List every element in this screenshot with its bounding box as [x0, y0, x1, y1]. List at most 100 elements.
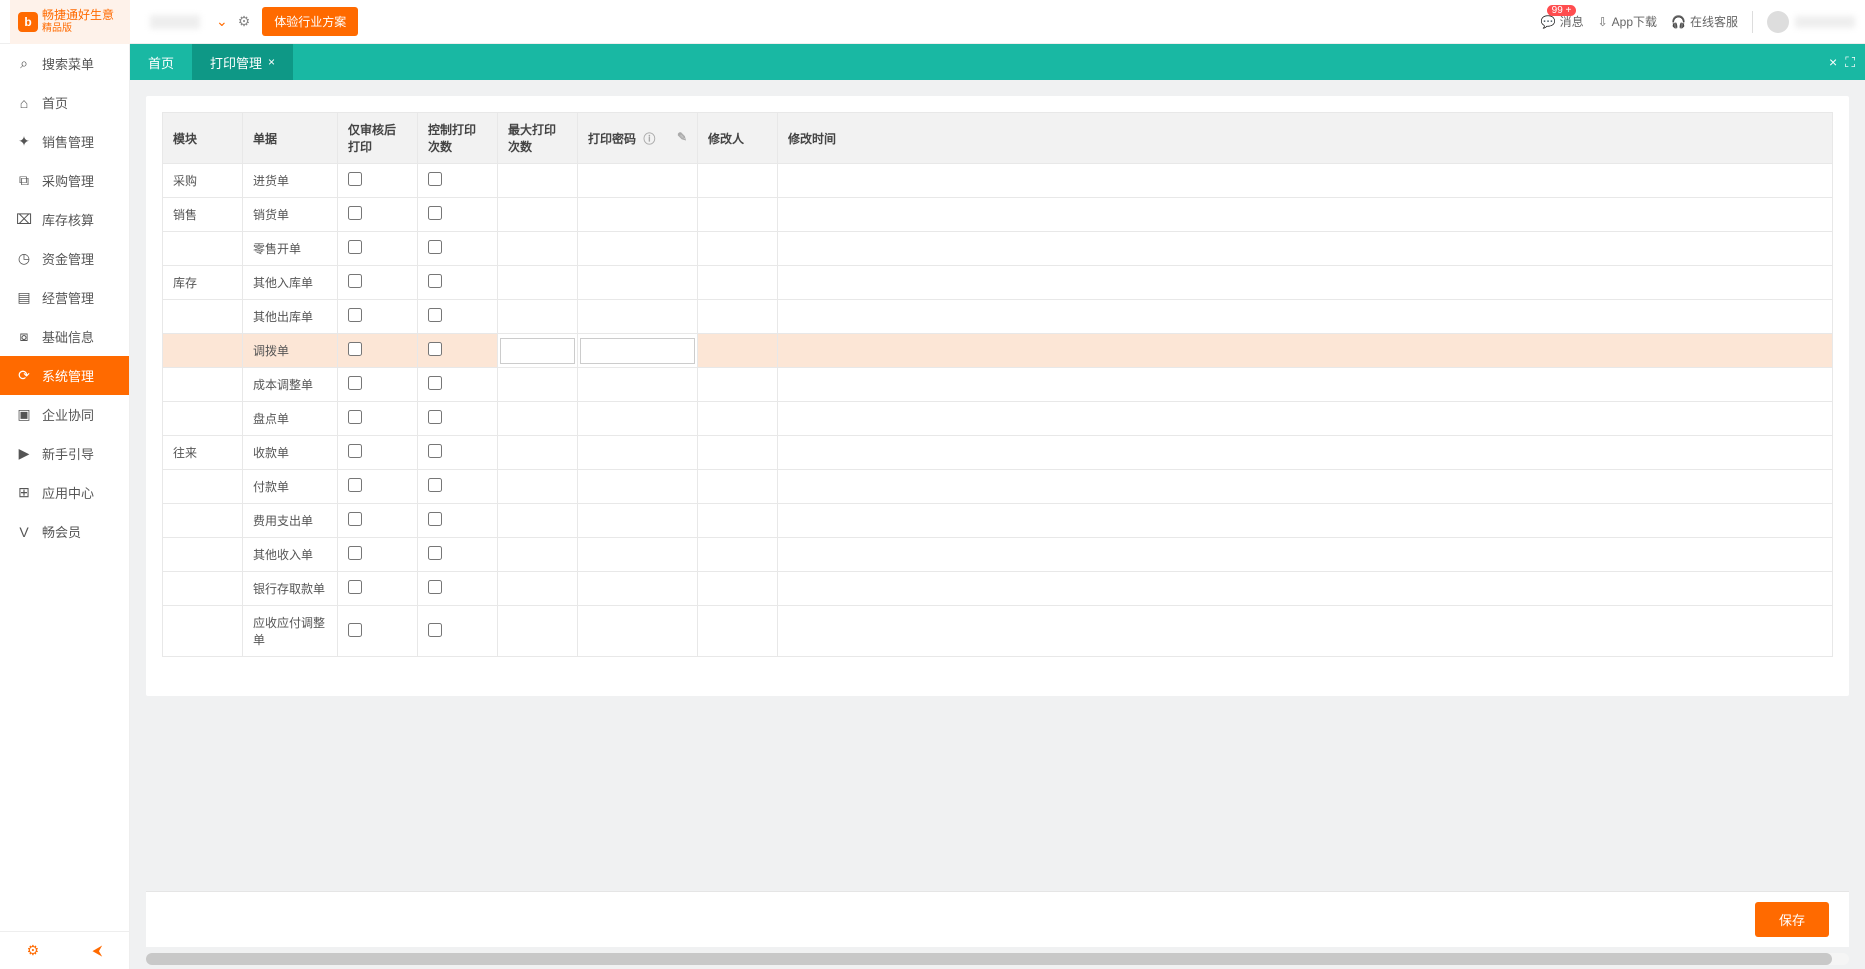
checkbox-control[interactable]	[428, 444, 442, 458]
sidebar-item-basic[interactable]: ⧇基础信息	[0, 317, 129, 356]
support-button[interactable]: 🎧 在线客服	[1671, 13, 1738, 30]
checkbox-audit[interactable]	[348, 240, 362, 254]
th-doc: 单据	[243, 113, 338, 164]
cell-doc: 盘点单	[243, 402, 338, 436]
settings-icon[interactable]: ⚙	[27, 942, 40, 959]
cell-doc: 销货单	[243, 198, 338, 232]
cell-control	[418, 538, 498, 572]
checkbox-audit[interactable]	[348, 580, 362, 594]
table-row: 往来收款单	[163, 436, 1833, 470]
sidebar-item-sales[interactable]: ✦销售管理	[0, 122, 129, 161]
org-selector[interactable]	[150, 15, 206, 29]
close-icon[interactable]: ×	[268, 55, 275, 69]
checkbox-control[interactable]	[428, 512, 442, 526]
horizontal-scrollbar[interactable]	[146, 953, 1849, 965]
checkbox-control[interactable]	[428, 376, 442, 390]
checkbox-control[interactable]	[428, 172, 442, 186]
th-modtime: 修改时间	[778, 113, 1833, 164]
checkbox-control[interactable]	[428, 308, 442, 322]
input-print-password[interactable]	[580, 338, 695, 364]
cell-doc: 其他收入单	[243, 538, 338, 572]
checkbox-control[interactable]	[428, 240, 442, 254]
input-max-print[interactable]	[500, 338, 575, 364]
cell-control	[418, 572, 498, 606]
user-menu[interactable]	[1752, 11, 1855, 33]
sidebar-footer: ⚙ ⮜	[0, 931, 129, 969]
tab-print-management[interactable]: 打印管理 ×	[192, 44, 293, 80]
checkbox-control[interactable]	[428, 206, 442, 220]
checkbox-control[interactable]	[428, 546, 442, 560]
checkbox-audit[interactable]	[348, 274, 362, 288]
cell-max	[498, 198, 578, 232]
help-icon[interactable]: ⓘ	[643, 132, 655, 146]
checkbox-audit[interactable]	[348, 623, 362, 637]
chat-icon: 💬	[1541, 15, 1556, 29]
th-password-label: 打印密码	[588, 132, 636, 146]
cell-pwd	[578, 164, 698, 198]
tab-close-all-icon[interactable]: ×	[1829, 54, 1837, 71]
sidebar-item-vip-label: 畅会员	[42, 522, 81, 541]
sidebar-item-inventory[interactable]: ⌧库存核算	[0, 200, 129, 239]
checkbox-audit[interactable]	[348, 546, 362, 560]
gear-icon[interactable]: ⚙	[238, 13, 251, 30]
messages-button[interactable]: 💬 消息 99 +	[1541, 13, 1584, 30]
checkbox-control[interactable]	[428, 342, 442, 356]
checkbox-audit[interactable]	[348, 410, 362, 424]
checkbox-audit[interactable]	[348, 342, 362, 356]
checkbox-control[interactable]	[428, 274, 442, 288]
edit-icon[interactable]: ✎	[677, 130, 687, 144]
cell-doc: 其他入库单	[243, 266, 338, 300]
checkbox-audit[interactable]	[348, 478, 362, 492]
sidebar-item-sales-icon: ✦	[16, 133, 32, 150]
sidebar-item-guide[interactable]: ▶新手引导	[0, 434, 129, 473]
checkbox-control[interactable]	[428, 410, 442, 424]
cell-modifier	[698, 232, 778, 266]
download-button[interactable]: ⇩ App下载	[1598, 13, 1657, 30]
sidebar-item-apps[interactable]: ⊞应用中心	[0, 473, 129, 512]
checkbox-audit[interactable]	[348, 206, 362, 220]
cell-audit	[338, 470, 418, 504]
checkbox-control[interactable]	[428, 623, 442, 637]
cell-max	[498, 572, 578, 606]
sidebar-item-funds[interactable]: ◷资金管理	[0, 239, 129, 278]
save-button[interactable]: 保存	[1755, 902, 1829, 937]
checkbox-audit[interactable]	[348, 444, 362, 458]
download-icon: ⇩	[1598, 15, 1608, 29]
main: 首页 打印管理 × × ⛶	[130, 44, 1865, 969]
sidebar-item-purchase[interactable]: ⧉采购管理	[0, 161, 129, 200]
cell-max	[498, 232, 578, 266]
checkbox-audit[interactable]	[348, 172, 362, 186]
table-row: 成本调整单	[163, 368, 1833, 402]
sidebar-item-operation[interactable]: ▤经营管理	[0, 278, 129, 317]
checkbox-audit[interactable]	[348, 376, 362, 390]
cell-audit	[338, 266, 418, 300]
save-bar: 保存	[146, 891, 1849, 947]
fullscreen-icon[interactable]: ⛶	[1845, 54, 1855, 71]
sidebar-item-vip[interactable]: V畅会员	[0, 512, 129, 551]
checkbox-control[interactable]	[428, 478, 442, 492]
cell-doc: 收款单	[243, 436, 338, 470]
scrollbar-thumb[interactable]	[146, 953, 1832, 965]
sidebar-item-home[interactable]: ⌂首页	[0, 83, 129, 122]
sidebar-item-system[interactable]: ⟳系统管理	[0, 356, 129, 395]
collapse-icon[interactable]: ⮜	[92, 942, 102, 959]
cta-button[interactable]: 体验行业方案	[262, 7, 358, 36]
cell-audit	[338, 606, 418, 657]
cell-module: 销售	[163, 198, 243, 232]
brand-subtitle: 精品版	[42, 23, 114, 34]
chevron-down-icon[interactable]: ⌄	[216, 13, 228, 30]
logo[interactable]: b 畅捷通好生意 精品版	[10, 0, 130, 44]
sidebar-item-collab[interactable]: ▣企业协同	[0, 395, 129, 434]
checkbox-audit[interactable]	[348, 512, 362, 526]
cell-modtime	[778, 538, 1833, 572]
cell-modifier	[698, 538, 778, 572]
cell-modifier	[698, 606, 778, 657]
tab-home[interactable]: 首页	[130, 44, 192, 80]
sidebar-item-search[interactable]: ⌕搜索菜单	[0, 44, 129, 83]
cell-control	[418, 402, 498, 436]
checkbox-audit[interactable]	[348, 308, 362, 322]
cell-audit	[338, 164, 418, 198]
checkbox-control[interactable]	[428, 580, 442, 594]
cell-modtime	[778, 606, 1833, 657]
brand-name: 畅捷通好生意	[42, 9, 114, 22]
